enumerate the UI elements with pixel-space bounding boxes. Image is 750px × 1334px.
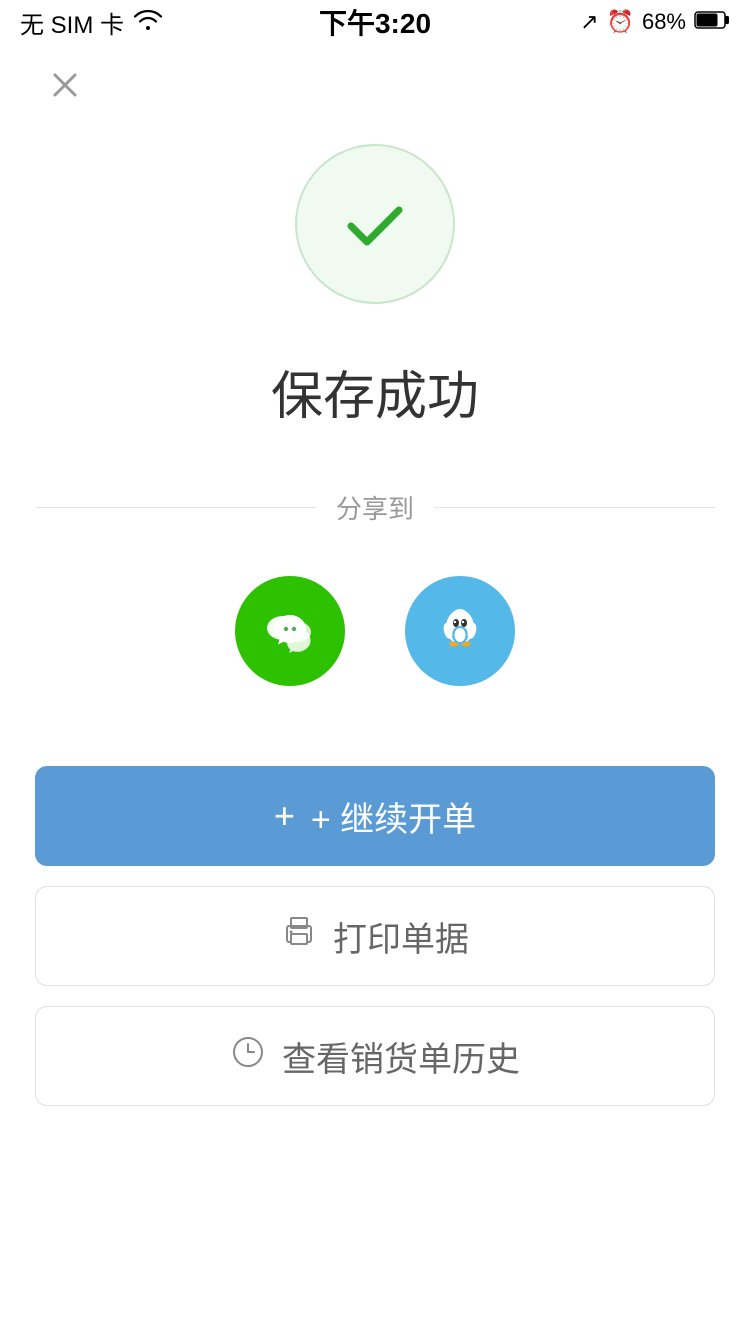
- success-title: 保存成功: [271, 354, 479, 429]
- time-display: 下午3:20: [319, 2, 431, 42]
- print-button[interactable]: 打印单据: [35, 886, 715, 986]
- success-icon-circle: [295, 144, 455, 304]
- battery-icon: [694, 9, 730, 35]
- carrier-text: 无 SIM 卡: [20, 5, 124, 40]
- share-icons: [35, 576, 715, 686]
- action-buttons: + + 继续开单 打印单据 查看销货单历: [35, 766, 715, 1106]
- main-content: 保存成功 分享到: [0, 44, 750, 1106]
- location-icon: ↗: [580, 9, 598, 35]
- close-button[interactable]: [40, 60, 90, 110]
- continue-icon: +: [274, 795, 295, 837]
- battery-percentage: 68%: [642, 9, 686, 35]
- status-left: 无 SIM 卡: [20, 5, 162, 40]
- continue-label: + 继续开单: [311, 792, 476, 841]
- wechat-share-button[interactable]: [235, 576, 345, 686]
- share-section: 分享到: [35, 489, 715, 686]
- share-label: 分享到: [336, 489, 414, 526]
- history-label: 查看销货单历史: [282, 1032, 520, 1081]
- history-button[interactable]: 查看销货单历史: [35, 1006, 715, 1106]
- status-bar: 无 SIM 卡 下午3:20 ↗ ⏰ 68%: [0, 0, 750, 44]
- share-divider: 分享到: [35, 489, 715, 526]
- qq-share-button[interactable]: [405, 576, 515, 686]
- history-icon: [230, 1034, 266, 1079]
- print-icon: [281, 914, 317, 959]
- status-right: ↗ ⏰ 68%: [580, 9, 730, 35]
- wifi-icon: [134, 8, 162, 37]
- print-label: 打印单据: [333, 912, 469, 961]
- alarm-icon: ⏰: [607, 9, 634, 35]
- continue-order-button[interactable]: + + 继续开单: [35, 766, 715, 866]
